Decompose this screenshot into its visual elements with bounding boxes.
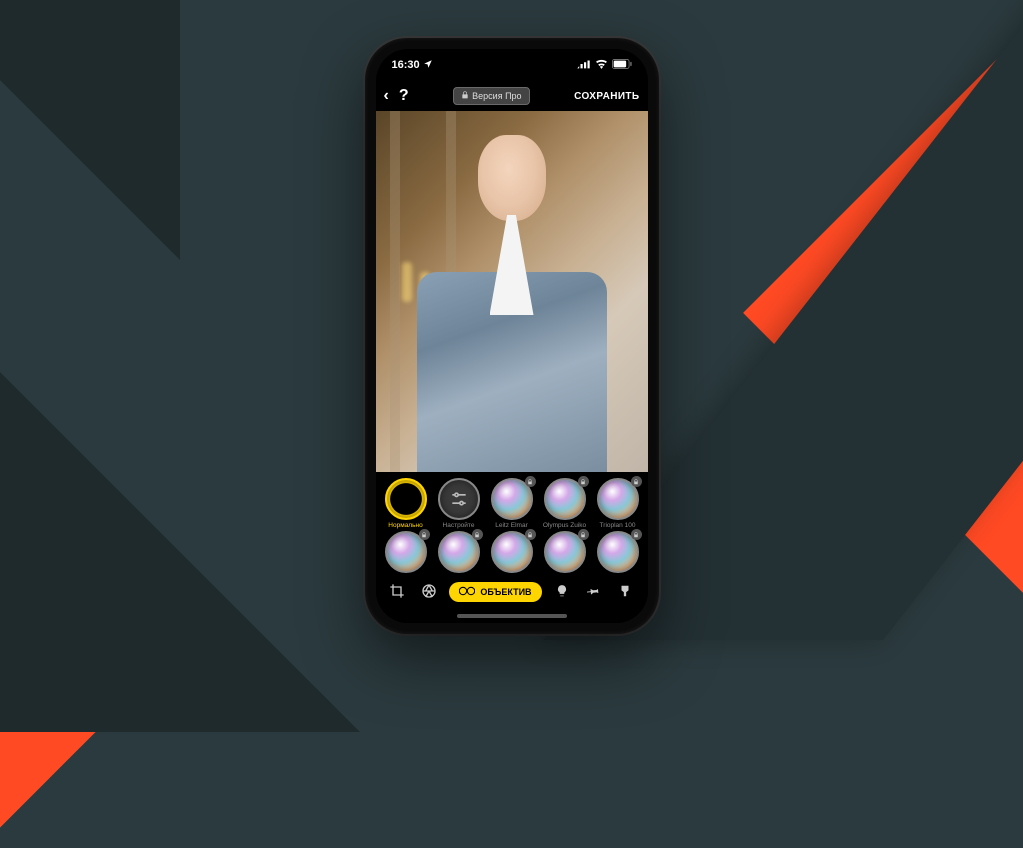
save-button[interactable]: СОХРАНИТЬ [574, 91, 639, 102]
crop-button[interactable] [385, 583, 409, 602]
lock-icon [525, 529, 536, 540]
photo-preview[interactable] [376, 111, 648, 472]
lock-icon [631, 529, 642, 540]
light-button[interactable] [550, 583, 574, 602]
wifi-icon [595, 59, 608, 72]
lens-option[interactable]: Настройте [435, 478, 483, 529]
lock-icon [578, 529, 589, 540]
lens-option[interactable]: Olympus Zuiko [541, 478, 589, 529]
lock-icon [631, 476, 642, 487]
lock-icon [461, 91, 469, 101]
home-indicator-area [376, 609, 648, 623]
pro-version-button[interactable]: Версия Про [453, 87, 529, 105]
lens-thumbnail [438, 478, 480, 520]
status-time: 16:30 [392, 59, 420, 71]
phone-mockup: 16:30 ‹ ? [365, 38, 659, 634]
lens-label: Olympus Zuiko [543, 522, 586, 529]
lens-icon [459, 586, 475, 598]
lens-label: Настройте [443, 522, 475, 529]
back-button[interactable]: ‹ [384, 87, 389, 105]
nav-bar: ‹ ? Версия Про СОХРАНИТЬ [376, 81, 648, 111]
home-indicator[interactable] [457, 614, 567, 618]
pin-button[interactable] [582, 583, 606, 602]
pro-label: Версия Про [472, 91, 521, 101]
lens-row-2 [382, 531, 642, 573]
lens-option[interactable]: Trioplan 100 [594, 478, 642, 529]
lens-mode-label: ОБЪЕКТИВ [480, 587, 531, 597]
bottom-toolbar: ОБЪЕКТИВ [376, 575, 648, 609]
lens-option[interactable] [488, 531, 536, 573]
lens-row-1: Нормально Настройте Leitz Elmar Olympus Zui… [382, 478, 642, 529]
phone-screen: 16:30 ‹ ? [376, 49, 648, 623]
lens-option[interactable] [594, 531, 642, 573]
lens-option[interactable] [541, 531, 589, 573]
lock-icon [419, 529, 430, 540]
lens-panel: Нормально Настройте Leitz Elmar Olympus Zui… [376, 472, 648, 575]
location-icon [423, 59, 433, 72]
help-button[interactable]: ? [399, 87, 409, 105]
aperture-button[interactable] [417, 583, 441, 602]
lens-option[interactable] [435, 531, 483, 573]
lens-option[interactable]: Leitz Elmar [488, 478, 536, 529]
lens-label: Нормально [388, 522, 422, 529]
lens-label: Trioplan 100 [600, 522, 636, 529]
lens-label: Leitz Elmar [495, 522, 528, 529]
lens-option[interactable]: Нормально [382, 478, 430, 529]
bg-shape [0, 312, 360, 732]
lock-icon [578, 476, 589, 487]
lens-thumbnail [385, 478, 427, 520]
bg-shape [0, 0, 180, 260]
phone-notch [442, 49, 582, 73]
lock-icon [472, 529, 483, 540]
lens-option[interactable] [382, 531, 430, 573]
lock-icon [525, 476, 536, 487]
lens-mode-button[interactable]: ОБЪЕКТИВ [449, 582, 541, 602]
brush-button[interactable] [613, 583, 637, 602]
battery-icon [612, 59, 632, 72]
